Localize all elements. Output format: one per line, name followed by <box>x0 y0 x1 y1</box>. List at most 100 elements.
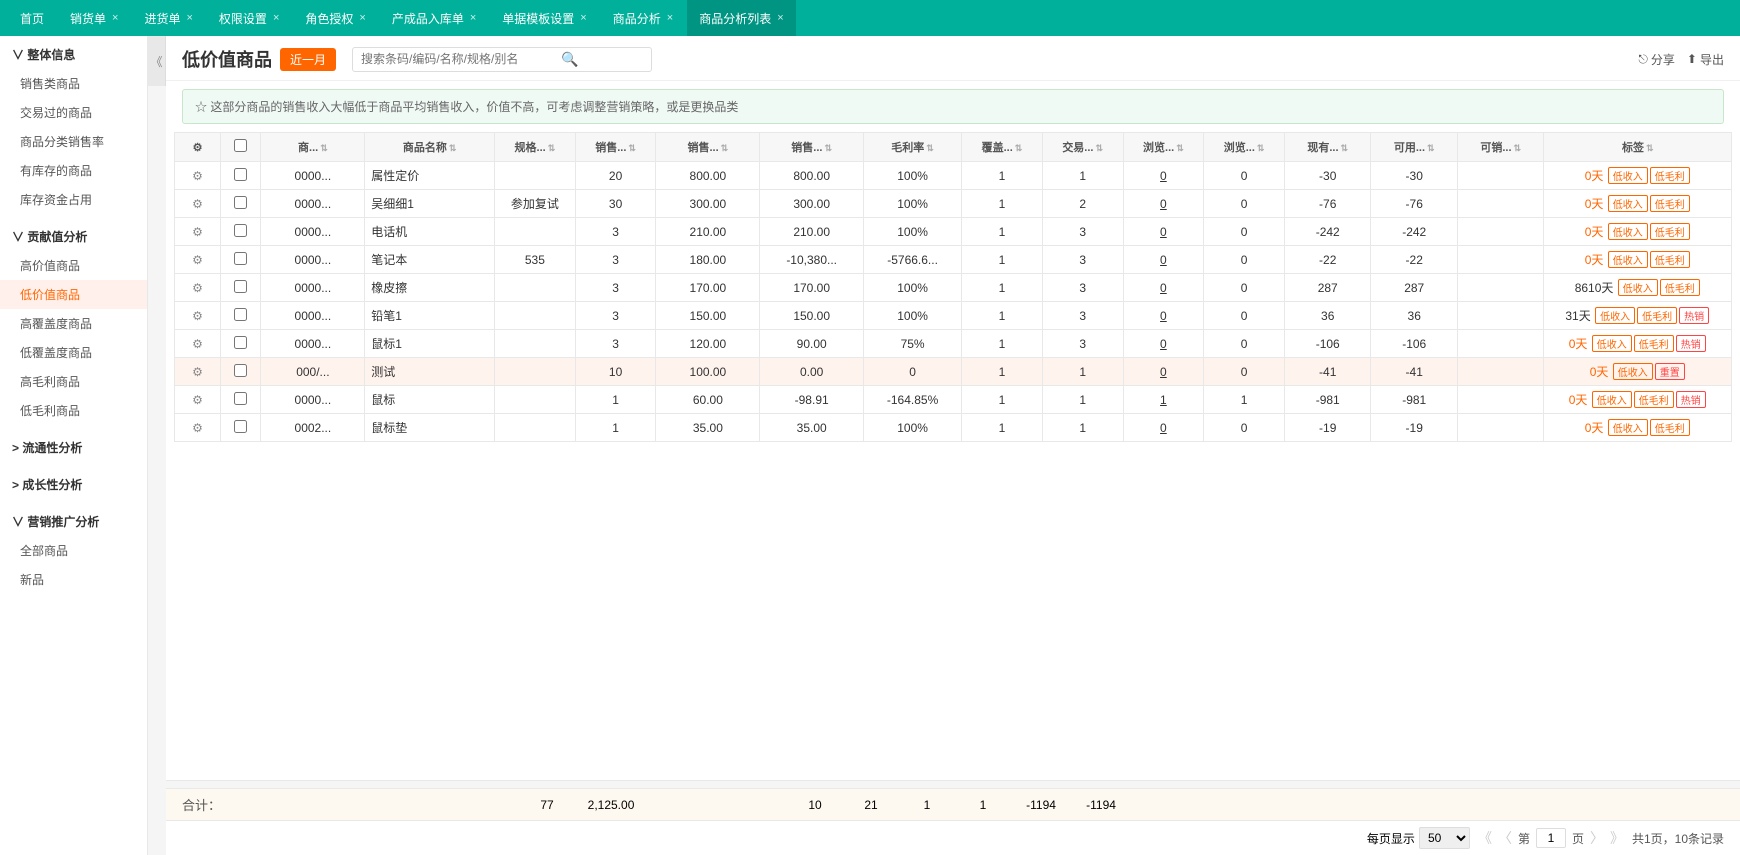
sidebar-item-low-coverage[interactable]: 低覆盖度商品 <box>0 338 147 367</box>
row-settings[interactable]: ⚙ <box>175 302 221 330</box>
first-page-button[interactable]: 《 <box>1478 828 1492 848</box>
table-container[interactable]: ⚙ 商...⇅ 商品名称⇅ 规格...⇅ 销售...⇅ 销售...⇅ 销售...… <box>174 132 1732 780</box>
browse-link[interactable]: 0 <box>1160 169 1167 183</box>
row-settings[interactable]: ⚙ <box>175 218 221 246</box>
share-button[interactable]: ⎋ 分享 <box>1638 51 1675 68</box>
row-checkbox[interactable] <box>221 246 261 274</box>
row-browse1[interactable]: 0 <box>1123 358 1204 386</box>
sidebar-item-high-value[interactable]: 高价值商品 <box>0 251 147 280</box>
row-settings[interactable]: ⚙ <box>175 190 221 218</box>
close-icon[interactable]: × <box>359 12 365 24</box>
row-browse1[interactable]: 0 <box>1123 274 1204 302</box>
row-checkbox[interactable] <box>221 386 261 414</box>
row-select-checkbox[interactable] <box>234 168 247 181</box>
sidebar-item-low-value[interactable]: 低价值商品 <box>0 280 147 309</box>
row-checkbox[interactable] <box>221 330 261 358</box>
row-select-checkbox[interactable] <box>234 308 247 321</box>
browse-link[interactable]: 1 <box>1160 393 1167 407</box>
row-checkbox[interactable] <box>221 414 261 442</box>
sidebar-group-circulation[interactable]: > 流通性分析 <box>0 433 147 462</box>
browse-link[interactable]: 0 <box>1160 197 1167 211</box>
sidebar-item-high-margin[interactable]: 高毛利商品 <box>0 367 147 396</box>
settings-column-header[interactable]: ⚙ <box>175 133 221 162</box>
sellable-column-header[interactable]: 可销...⇅ <box>1457 133 1544 162</box>
row-select-checkbox[interactable] <box>234 420 247 433</box>
search-input[interactable] <box>361 52 561 66</box>
row-settings[interactable]: ⚙ <box>175 358 221 386</box>
sidebar-item-traded-products[interactable]: 交易过的商品 <box>0 98 147 127</box>
browse-link[interactable]: 0 <box>1160 421 1167 435</box>
sidebar-item-inventory-funds[interactable]: 库存资金占用 <box>0 185 147 214</box>
nav-purchase-order[interactable]: 进货单 × <box>132 0 204 36</box>
close-icon[interactable]: × <box>667 12 673 24</box>
row-browse1[interactable]: 0 <box>1123 414 1204 442</box>
sidebar-group-growth[interactable]: > 成长性分析 <box>0 470 147 499</box>
gross-rate-column-header[interactable]: 毛利率⇅ <box>864 133 962 162</box>
code-column-header[interactable]: 商...⇅ <box>261 133 365 162</box>
row-settings[interactable]: ⚙ <box>175 414 221 442</box>
search-icon[interactable]: 🔍 <box>561 51 578 68</box>
row-checkbox[interactable] <box>221 190 261 218</box>
sidebar-item-sales-products[interactable]: 销售类商品 <box>0 69 147 98</box>
sidebar-group-marketing[interactable]: ∨ 营销推广分析 <box>0 507 147 536</box>
row-browse1[interactable]: 0 <box>1123 218 1204 246</box>
row-checkbox[interactable] <box>221 358 261 386</box>
horizontal-scrollbar[interactable] <box>166 780 1740 788</box>
row-settings[interactable]: ⚙ <box>175 246 221 274</box>
checkbox-column-header[interactable] <box>221 133 261 162</box>
browse2-column-header[interactable]: 浏览...⇅ <box>1204 133 1285 162</box>
last-page-button[interactable]: 》 <box>1610 828 1624 848</box>
nav-product-analysis-list[interactable]: 商品分析列表 × <box>687 0 795 36</box>
stock-column-header[interactable]: 现有...⇅ <box>1284 133 1371 162</box>
row-settings[interactable]: ⚙ <box>175 274 221 302</box>
next-page-button[interactable]: 〉 <box>1590 828 1604 848</box>
browse-link[interactable]: 0 <box>1160 309 1167 323</box>
close-icon[interactable]: × <box>112 12 118 24</box>
row-select-checkbox[interactable] <box>234 196 247 209</box>
close-icon[interactable]: × <box>470 12 476 24</box>
sales-qty-column-header[interactable]: 销售...⇅ <box>575 133 656 162</box>
select-all-checkbox[interactable] <box>234 139 247 152</box>
page-size-select[interactable]: 50 100 200 <box>1419 827 1470 849</box>
row-checkbox[interactable] <box>221 162 261 190</box>
nav-template-settings[interactable]: 单据模板设置 × <box>490 0 598 36</box>
trade-column-header[interactable]: 交易...⇅ <box>1042 133 1123 162</box>
row-browse1[interactable]: 0 <box>1123 302 1204 330</box>
sidebar-group-contribution[interactable]: ∨ 贡献值分析 <box>0 222 147 251</box>
nav-permissions[interactable]: 权限设置 × <box>207 0 291 36</box>
sales-profit-column-header[interactable]: 销售...⇅ <box>760 133 864 162</box>
browse-link[interactable]: 0 <box>1160 253 1167 267</box>
row-select-checkbox[interactable] <box>234 364 247 377</box>
row-checkbox[interactable] <box>221 302 261 330</box>
tags-column-header[interactable]: 标签⇅ <box>1544 133 1732 162</box>
row-select-checkbox[interactable] <box>234 280 247 293</box>
sidebar-collapse-button[interactable]: 《 <box>148 36 166 86</box>
current-page-input[interactable] <box>1536 828 1566 848</box>
spec-column-header[interactable]: 规格...⇅ <box>495 133 576 162</box>
period-button[interactable]: 近一月 <box>280 48 336 71</box>
close-icon[interactable]: × <box>186 12 192 24</box>
row-browse1[interactable]: 0 <box>1123 190 1204 218</box>
row-browse1[interactable]: 0 <box>1123 162 1204 190</box>
sidebar-item-category-rate[interactable]: 商品分类销售率 <box>0 127 147 156</box>
row-select-checkbox[interactable] <box>234 336 247 349</box>
close-icon[interactable]: × <box>777 12 783 24</box>
prev-page-button[interactable]: 〈 <box>1498 828 1512 848</box>
sidebar-item-high-coverage[interactable]: 高覆盖度商品 <box>0 309 147 338</box>
sidebar-item-low-margin[interactable]: 低毛利商品 <box>0 396 147 425</box>
browse1-column-header[interactable]: 浏览...⇅ <box>1123 133 1204 162</box>
avail-column-header[interactable]: 可用...⇅ <box>1371 133 1458 162</box>
close-icon[interactable]: × <box>580 12 586 24</box>
export-button[interactable]: ⬆ 导出 <box>1687 51 1724 68</box>
close-icon[interactable]: × <box>273 12 279 24</box>
nav-product-analysis[interactable]: 商品分析 × <box>601 0 685 36</box>
browse-link[interactable]: 0 <box>1160 365 1167 379</box>
row-select-checkbox[interactable] <box>234 252 247 265</box>
row-browse1[interactable]: 1 <box>1123 386 1204 414</box>
row-settings[interactable]: ⚙ <box>175 162 221 190</box>
sidebar-item-all-products[interactable]: 全部商品 <box>0 536 147 565</box>
name-column-header[interactable]: 商品名称⇅ <box>365 133 495 162</box>
row-select-checkbox[interactable] <box>234 224 247 237</box>
coverage-column-header[interactable]: 覆盖...⇅ <box>962 133 1043 162</box>
browse-link[interactable]: 0 <box>1160 281 1167 295</box>
